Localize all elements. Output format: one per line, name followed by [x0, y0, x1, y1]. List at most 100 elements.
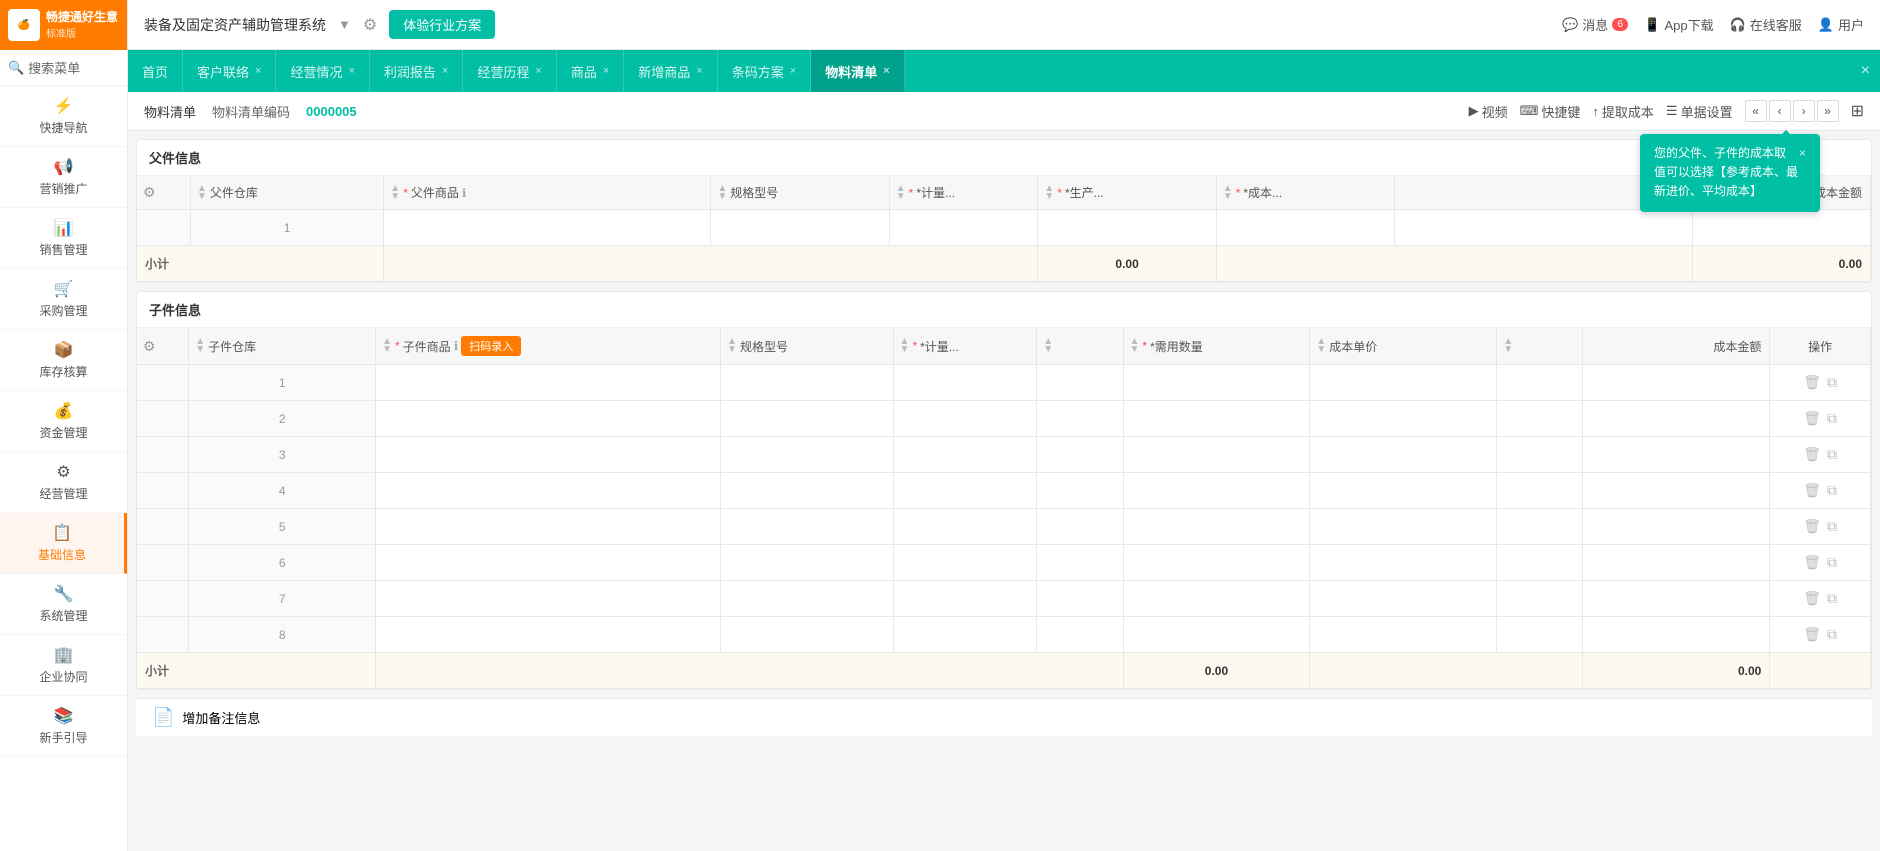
- dropdown-icon[interactable]: ▼: [338, 17, 351, 32]
- sidebar-item-operations[interactable]: ⚙ 经营管理: [0, 452, 127, 513]
- sidebar-item-finance[interactable]: 💰 资金管理: [0, 391, 127, 452]
- child-row-unit-price[interactable]: [1310, 473, 1497, 509]
- delete-icon[interactable]: 🗑: [1803, 410, 1821, 427]
- child-row-unit[interactable]: [893, 365, 1037, 401]
- child-row-goods[interactable]: [376, 581, 721, 617]
- child-row-goods[interactable]: [376, 545, 721, 581]
- tab-operations[interactable]: 经营情况 ×: [276, 50, 369, 92]
- close-all-tabs[interactable]: ×: [1851, 62, 1880, 80]
- single-settings-action[interactable]: ☰ 单据设置: [1666, 102, 1733, 121]
- delete-icon[interactable]: 🗑: [1803, 590, 1821, 607]
- tab-history-close[interactable]: ×: [535, 65, 541, 77]
- child-row-qty[interactable]: [1123, 473, 1310, 509]
- tab-add-goods-close[interactable]: ×: [696, 65, 702, 77]
- child-row-qty[interactable]: [1123, 365, 1310, 401]
- child-settings-gear[interactable]: ⚙: [143, 338, 156, 354]
- view-action[interactable]: ▶ 视频: [1469, 102, 1508, 121]
- nav-next[interactable]: ›: [1793, 100, 1815, 122]
- settings-icon[interactable]: ⚙: [363, 15, 377, 35]
- child-row-unit-price[interactable]: [1310, 365, 1497, 401]
- tab-barcode-close[interactable]: ×: [790, 65, 796, 77]
- grid-view-icon[interactable]: ⊞: [1851, 101, 1864, 121]
- parent-row-goods[interactable]: [384, 210, 711, 246]
- tab-history[interactable]: 经营历程 ×: [463, 50, 556, 92]
- parent-row-production[interactable]: [1038, 210, 1216, 246]
- sidebar-item-sales[interactable]: 📊 销售管理: [0, 208, 127, 269]
- child-row-unit[interactable]: [893, 509, 1037, 545]
- scan-button[interactable]: 扫码录入: [461, 336, 521, 356]
- copy-icon[interactable]: ⧉: [1827, 446, 1837, 463]
- parent-row-spec[interactable]: [711, 210, 889, 246]
- child-row-unit[interactable]: [893, 401, 1037, 437]
- child-row-spec[interactable]: [721, 473, 893, 509]
- sidebar-item-enterprise[interactable]: 🏢 企业协同: [0, 635, 127, 696]
- delete-icon[interactable]: 🗑: [1803, 518, 1821, 535]
- tab-customers[interactable]: 客户联络 ×: [183, 50, 276, 92]
- child-row-spec[interactable]: [721, 545, 893, 581]
- child-row-unit-price[interactable]: [1310, 437, 1497, 473]
- sidebar-item-marketing[interactable]: 📢 营销推广: [0, 147, 127, 208]
- copy-icon[interactable]: ⧉: [1827, 518, 1837, 535]
- child-row-unit[interactable]: [893, 545, 1037, 581]
- child-row-qty[interactable]: [1123, 617, 1310, 653]
- sidebar-item-inventory[interactable]: 📦 库存核算: [0, 330, 127, 391]
- child-row-goods[interactable]: [376, 401, 721, 437]
- child-row-spec[interactable]: [721, 617, 893, 653]
- copy-icon[interactable]: ⧉: [1827, 374, 1837, 391]
- child-row-unit-price[interactable]: [1310, 617, 1497, 653]
- add-note-icon[interactable]: 📄: [152, 707, 174, 728]
- child-row-spec[interactable]: [721, 581, 893, 617]
- tab-profit-close[interactable]: ×: [442, 65, 448, 77]
- parent-row-unit[interactable]: [889, 210, 1038, 246]
- online-service-item[interactable]: 🎧 在线客服: [1730, 15, 1802, 34]
- shortcut-action[interactable]: ⌨ 快捷键: [1520, 102, 1581, 121]
- sidebar-item-purchase[interactable]: 🛒 采购管理: [0, 269, 127, 330]
- tab-profit[interactable]: 利润报告 ×: [370, 50, 463, 92]
- parent-settings-gear[interactable]: ⚙: [143, 184, 156, 200]
- child-row-goods[interactable]: [376, 473, 721, 509]
- delete-icon[interactable]: 🗑: [1803, 482, 1821, 499]
- nav-prev[interactable]: ‹: [1769, 100, 1791, 122]
- child-row-goods[interactable]: [376, 437, 721, 473]
- nav-last[interactable]: »: [1817, 100, 1839, 122]
- child-row-unit-price[interactable]: [1310, 509, 1497, 545]
- tooltip-close-btn[interactable]: ×: [1799, 144, 1806, 163]
- delete-icon[interactable]: 🗑: [1803, 374, 1821, 391]
- tab-bom-close[interactable]: ×: [883, 65, 889, 77]
- child-row-goods[interactable]: [376, 365, 721, 401]
- child-row-spec[interactable]: [721, 509, 893, 545]
- extract-cost-action[interactable]: ↑ 提取成本: [1592, 102, 1654, 121]
- child-col-settings[interactable]: ⚙: [137, 328, 189, 365]
- sidebar-item-system[interactable]: 🔧 系统管理: [0, 574, 127, 635]
- sidebar-item-guide[interactable]: 📚 新手引导: [0, 696, 127, 757]
- copy-icon[interactable]: ⧉: [1827, 554, 1837, 571]
- parent-row-cost[interactable]: [1216, 210, 1394, 246]
- child-row-spec[interactable]: [721, 401, 893, 437]
- child-row-qty[interactable]: [1123, 581, 1310, 617]
- tab-customers-close[interactable]: ×: [255, 65, 261, 77]
- child-row-unit-price[interactable]: [1310, 545, 1497, 581]
- copy-icon[interactable]: ⧉: [1827, 590, 1837, 607]
- sidebar-item-quick-nav[interactable]: ⚡ 快捷导航: [0, 86, 127, 147]
- app-download-item[interactable]: 📱 App下载: [1644, 15, 1713, 34]
- delete-icon[interactable]: 🗑: [1803, 554, 1821, 571]
- delete-icon[interactable]: 🗑: [1803, 626, 1821, 643]
- trial-button[interactable]: 体验行业方案: [389, 10, 495, 39]
- parent-col-settings[interactable]: ⚙: [137, 176, 191, 210]
- child-row-qty[interactable]: [1123, 437, 1310, 473]
- user-item[interactable]: 👤 用户: [1818, 15, 1864, 34]
- child-row-goods[interactable]: [376, 617, 721, 653]
- tab-goods[interactable]: 商品 ×: [557, 50, 624, 92]
- child-row-unit-price[interactable]: [1310, 401, 1497, 437]
- tab-barcode[interactable]: 条码方案 ×: [718, 50, 811, 92]
- child-row-goods[interactable]: [376, 509, 721, 545]
- child-row-unit[interactable]: [893, 617, 1037, 653]
- tab-add-goods[interactable]: 新增商品 ×: [624, 50, 717, 92]
- child-row-unit[interactable]: [893, 473, 1037, 509]
- copy-icon[interactable]: ⧉: [1827, 482, 1837, 499]
- sidebar-search[interactable]: 🔍 搜索菜单: [0, 50, 127, 86]
- child-row-qty[interactable]: [1123, 509, 1310, 545]
- child-row-qty[interactable]: [1123, 545, 1310, 581]
- child-row-spec[interactable]: [721, 437, 893, 473]
- tab-goods-close[interactable]: ×: [603, 65, 609, 77]
